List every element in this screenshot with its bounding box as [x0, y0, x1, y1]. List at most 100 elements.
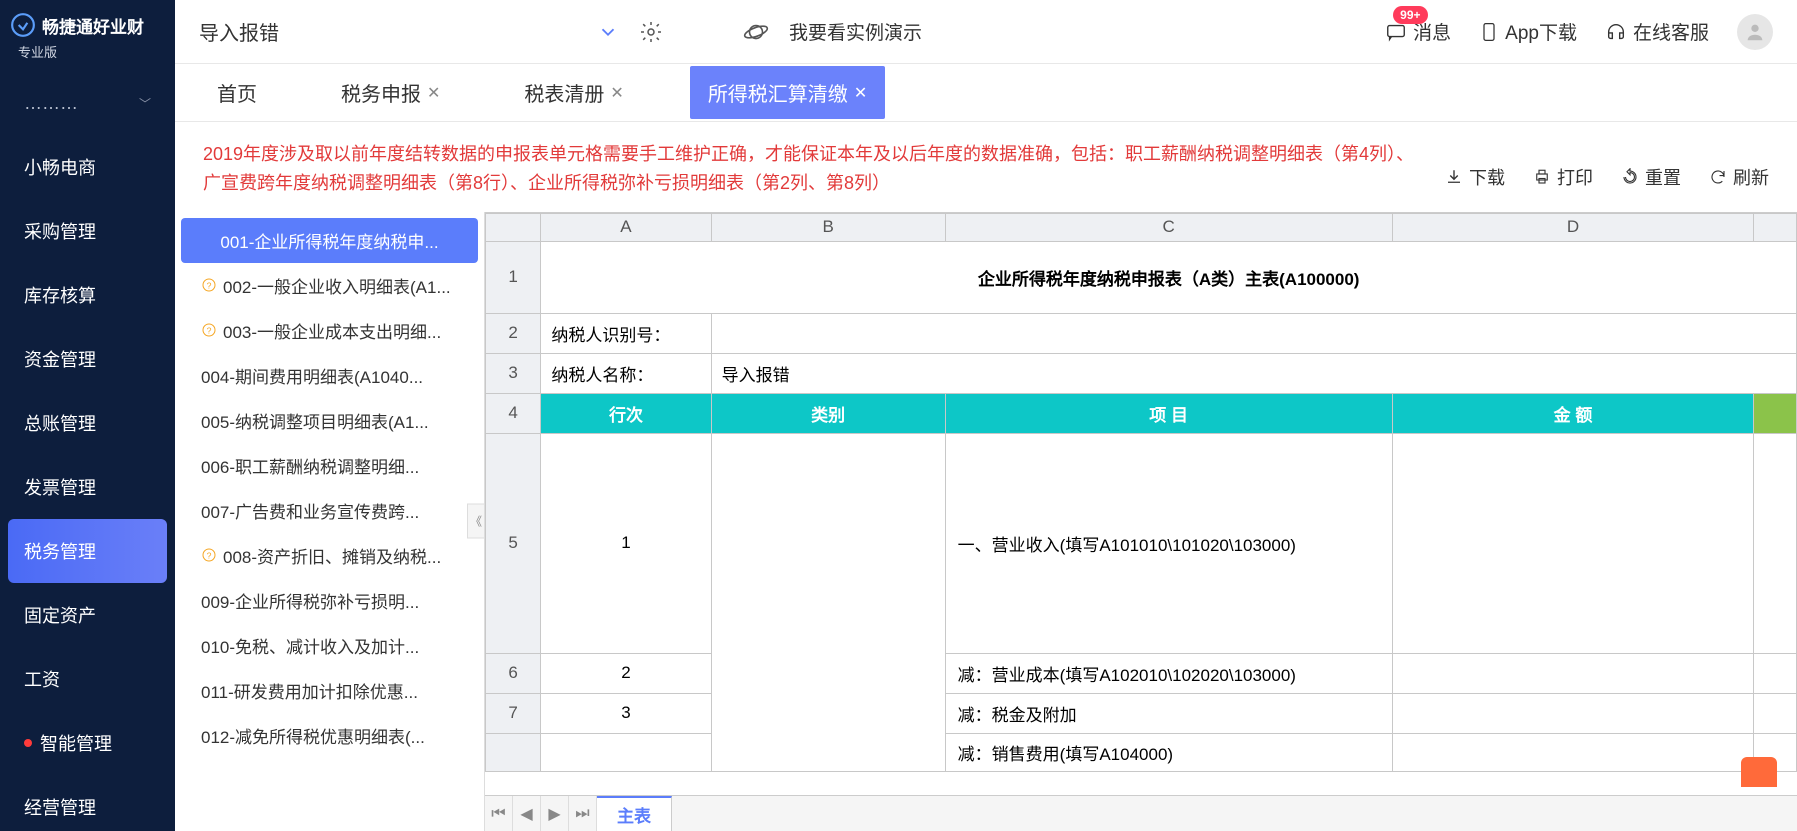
reset-button[interactable]: 重置	[1621, 164, 1681, 190]
tree-item-4[interactable]: 005-纳税调整项目明细表(A1...	[175, 398, 484, 443]
row-head-7[interactable]: 7	[486, 693, 541, 733]
col-head-d[interactable]: D	[1392, 213, 1754, 241]
header-rowno[interactable]: 行次	[541, 393, 711, 433]
row-head-5[interactable]: 5	[486, 433, 541, 653]
support-button[interactable]: 在线客服	[1605, 18, 1709, 45]
tree-item-3[interactable]: 004-期间费用明细表(A1040...	[175, 353, 484, 398]
header-item[interactable]: 项 目	[945, 393, 1392, 433]
data-item-4[interactable]: 减：销售费用(填写A104000)	[945, 733, 1392, 771]
print-button[interactable]: 打印	[1533, 164, 1593, 190]
tree-item-9[interactable]: 010-免税、减计收入及加计...	[175, 623, 484, 668]
tree-item-0[interactable]: 001-企业所得税年度纳税申...	[181, 218, 478, 263]
data-amount-4[interactable]	[1392, 733, 1754, 771]
tree-item-10[interactable]: 011-研发费用加计扣除优惠...	[175, 668, 484, 713]
toolbar: 2019年度涉及取以前年度结转数据的申报表单元格需要手工维护正确，才能保证本年及…	[175, 122, 1797, 212]
tree-item-6[interactable]: 007-广告费和业务宣传费跨...	[175, 488, 484, 533]
taxpayer-id-value[interactable]	[711, 313, 1796, 353]
main-area: 导入报错 我要看实例演示 99+ 消息 App下载 在线客服	[175, 0, 1797, 831]
taxpayer-name-label[interactable]: 纳税人名称：	[541, 353, 711, 393]
col-head-c[interactable]: C	[945, 213, 1392, 241]
chevron-down-icon[interactable]	[597, 21, 619, 43]
search-area[interactable]: 导入报错	[199, 17, 619, 46]
row-head-4[interactable]: 4	[486, 393, 541, 433]
nav-item-10[interactable]: 经营管理	[0, 775, 175, 831]
tree-item-11[interactable]: 012-减免所得税优惠明细表(...	[175, 713, 484, 758]
taxpayer-id-label[interactable]: 纳税人识别号：	[541, 313, 711, 353]
app-download-button[interactable]: App下载	[1479, 18, 1577, 45]
row-head-1[interactable]: 1	[486, 241, 541, 313]
warning-icon: ?	[201, 277, 217, 293]
nav-item-9[interactable]: 智能管理	[0, 711, 175, 775]
row-head-3[interactable]: 3	[486, 353, 541, 393]
nav-item-1[interactable]: 采购管理	[0, 199, 175, 263]
sidebar: 畅捷通好业财 专业版 ………﹀ 小畅电商 采购管理 库存核算 资金管理 总账管理…	[0, 0, 175, 831]
close-icon[interactable]: ✕	[610, 83, 623, 103]
nav-item-0[interactable]: 小畅电商	[0, 135, 175, 199]
floating-help-icon[interactable]	[1741, 757, 1777, 787]
nav-item-6[interactable]: 税务管理	[8, 519, 167, 583]
sheet-prev-icon[interactable]: ◀	[513, 796, 541, 831]
svg-text:?: ?	[207, 550, 212, 560]
tab-3[interactable]: 所得税汇算清缴✕	[690, 66, 885, 119]
data-amount-3[interactable]	[1392, 693, 1754, 733]
nav-item-4[interactable]: 总账管理	[0, 391, 175, 455]
extra-1[interactable]	[1754, 433, 1797, 653]
avatar[interactable]	[1737, 14, 1773, 50]
data-item-3[interactable]: 减：税金及附加	[945, 693, 1392, 733]
col-head-a[interactable]: A	[541, 213, 711, 241]
nav-item-truncated[interactable]: ………﹀	[0, 71, 175, 135]
close-icon[interactable]: ✕	[854, 83, 867, 103]
gear-icon[interactable]	[639, 20, 663, 44]
data-item-1[interactable]: 一、营业收入(填写A101010\101020\103000)	[945, 433, 1392, 653]
tree-item-7[interactable]: ?008-资产折旧、摊销及纳税...	[175, 533, 484, 578]
corner-cell[interactable]	[486, 213, 541, 241]
category-merged[interactable]	[711, 433, 945, 771]
sheet-next-icon[interactable]: ▶	[541, 796, 569, 831]
sheet-last-icon[interactable]: ⏭	[569, 796, 597, 831]
brand-logo: 畅捷通好业财	[0, 0, 175, 42]
data-item-2[interactable]: 减：营业成本(填写A102010\102020\103000)	[945, 653, 1392, 693]
tab-2[interactable]: 税表清册✕	[506, 66, 641, 119]
data-rowno-2[interactable]: 2	[541, 653, 711, 693]
tree-item-8[interactable]: 009-企业所得税弥补亏损明...	[175, 578, 484, 623]
planet-icon	[743, 19, 769, 45]
collapse-handle[interactable]: 《	[467, 504, 484, 539]
taxpayer-name-value[interactable]: 导入报错	[711, 353, 1796, 393]
green-cell[interactable]	[1754, 393, 1797, 433]
header-category[interactable]: 类别	[711, 393, 945, 433]
refresh-button[interactable]: 刷新	[1709, 164, 1769, 190]
row-head-8[interactable]	[486, 733, 541, 771]
nav-item-5[interactable]: 发票管理	[0, 455, 175, 519]
nav-item-2[interactable]: 库存核算	[0, 263, 175, 327]
tree-item-5[interactable]: 006-职工薪酬纳税调整明细...	[175, 443, 484, 488]
data-rowno-4[interactable]	[541, 733, 711, 771]
warning-icon: ?	[201, 322, 217, 338]
row-head-6[interactable]: 6	[486, 653, 541, 693]
tree-item-2[interactable]: ?003-一般企业成本支出明细...	[175, 308, 484, 353]
row-head-2[interactable]: 2	[486, 313, 541, 353]
sheet-first-icon[interactable]: ⏮	[485, 796, 513, 831]
data-rowno-1[interactable]: 1	[541, 433, 711, 653]
tree-item-1[interactable]: ?002-一般企业收入明细表(A1...	[175, 263, 484, 308]
col-head-extra[interactable]	[1754, 213, 1797, 241]
demo-link[interactable]: 我要看实例演示	[789, 18, 922, 45]
tab-1[interactable]: 税务申报✕	[323, 66, 458, 119]
nav-item-7[interactable]: 固定资产	[0, 583, 175, 647]
sheet-title[interactable]: 企业所得税年度纳税申报表（A类）主表(A100000)	[541, 241, 1797, 313]
nav-item-8[interactable]: 工资	[0, 647, 175, 711]
sheet-body[interactable]: A B C D 1 企业所得税年度纳税申报表（A类）主表(A100000) 2 …	[485, 213, 1797, 795]
col-head-b[interactable]: B	[711, 213, 945, 241]
data-amount-1[interactable]	[1392, 433, 1754, 653]
data-amount-2[interactable]	[1392, 653, 1754, 693]
tab-home[interactable]: 首页	[199, 66, 275, 119]
extra-3[interactable]	[1754, 693, 1797, 733]
header-amount[interactable]: 金 额	[1392, 393, 1754, 433]
extra-2[interactable]	[1754, 653, 1797, 693]
messages-button[interactable]: 99+ 消息	[1385, 18, 1451, 45]
download-button[interactable]: 下载	[1445, 164, 1505, 190]
sheet-tab-main[interactable]: 主表	[597, 796, 672, 831]
data-rowno-3[interactable]: 3	[541, 693, 711, 733]
close-icon[interactable]: ✕	[427, 83, 440, 103]
nav-item-3[interactable]: 资金管理	[0, 327, 175, 391]
warning-icon: ?	[201, 547, 217, 563]
